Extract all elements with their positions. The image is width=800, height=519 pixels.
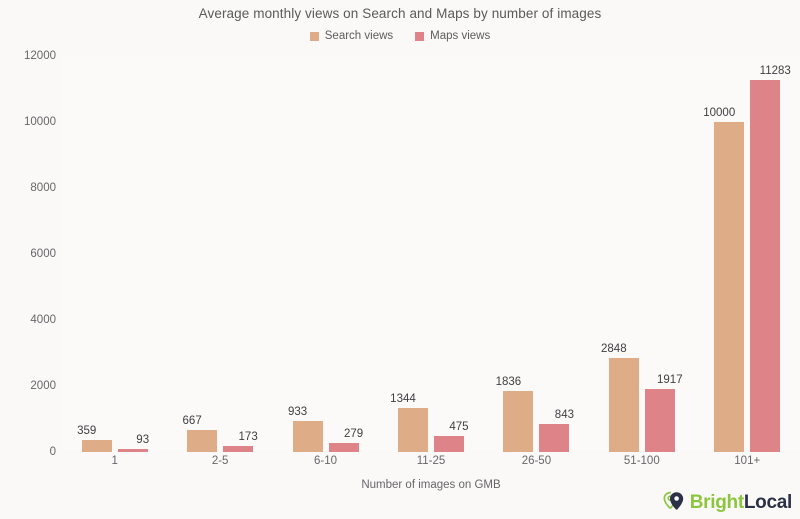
bar-column: 1836 xyxy=(496,56,534,452)
bar-value-label: 933 xyxy=(287,406,308,419)
map-pin-icon xyxy=(663,491,683,510)
bar-value-label: 1344 xyxy=(390,392,416,405)
bar[interactable] xyxy=(750,79,781,452)
y-axis-tick-label: 6000 xyxy=(30,248,56,260)
bar-pair: 1836 843 xyxy=(484,56,589,452)
x-axis-tick-label: 51-100 xyxy=(623,455,660,467)
bar-column: 11283 xyxy=(750,56,791,452)
bar-column: 2848 xyxy=(601,56,639,452)
bar-value-label: 11283 xyxy=(759,64,791,77)
chart-legend: Search views Maps views xyxy=(0,30,800,42)
bar-group: 10000 11283 xyxy=(695,56,800,452)
bar-column: 173 xyxy=(223,56,258,452)
legend-label: Search views xyxy=(324,30,394,42)
y-axis-tick-label: 4000 xyxy=(30,314,56,326)
bar-group: 667 173 xyxy=(167,56,272,452)
bar[interactable] xyxy=(328,442,359,452)
bar-value-label: 1836 xyxy=(495,376,522,389)
chart-container: Average monthly views on Search and Maps… xyxy=(0,0,800,519)
logo-wordmark: BrightLocal xyxy=(689,491,793,513)
y-axis-tick-label: 8000 xyxy=(30,182,56,194)
legend-label: Maps views xyxy=(430,30,491,42)
bar-value-label: 2848 xyxy=(601,343,627,356)
bar-column: 1344 xyxy=(390,56,428,452)
x-axis: 1 2-5 6-10 11-25 26-50 51-100 101+ xyxy=(62,455,800,467)
x-axis-title: Number of images on GMB xyxy=(361,479,501,491)
bar[interactable] xyxy=(539,424,570,452)
bar-column: 279 xyxy=(328,56,363,452)
bar-column: 933 xyxy=(288,56,323,452)
bar-column: 10000 xyxy=(703,56,745,452)
x-axis-tick-label: 6-10 xyxy=(314,455,338,467)
legend-item-1[interactable]: Search views xyxy=(309,30,394,42)
bar-column: 1917 xyxy=(644,56,683,452)
bar-pair: 1344 475 xyxy=(378,56,483,452)
bar[interactable] xyxy=(117,448,148,452)
bar-groups: 359 93 667 173 933 279 1344 475 1836 843 2848 1917 1… xyxy=(62,56,800,452)
y-axis-tick-label: 2000 xyxy=(30,380,56,392)
bar-column: 843 xyxy=(539,56,574,452)
brightlocal-logo: BrightLocal xyxy=(663,491,792,513)
y-axis-tick-label: 12000 xyxy=(24,50,56,62)
bar[interactable] xyxy=(714,122,745,452)
bar-pair: 359 93 xyxy=(62,56,167,452)
x-axis-tick-label: 101+ xyxy=(734,455,761,467)
bar-pair: 10000 11283 xyxy=(695,56,800,452)
bar-column: 93 xyxy=(117,56,149,452)
x-axis-tick-label: 26-50 xyxy=(521,455,552,467)
legend-item-2[interactable]: Maps views xyxy=(415,30,490,42)
bar-group: 933 279 xyxy=(273,56,378,452)
bar[interactable] xyxy=(223,446,254,452)
bar[interactable] xyxy=(503,391,534,452)
x-axis-tick-label: 2-5 xyxy=(211,455,229,467)
bar-group: 1836 843 xyxy=(484,56,589,452)
logo-text-bright: Bright xyxy=(689,491,744,513)
bar[interactable] xyxy=(644,388,675,452)
bar-pair: 667 173 xyxy=(167,56,272,452)
x-axis-tick-label: 11-25 xyxy=(416,455,446,467)
bar[interactable] xyxy=(433,436,464,452)
bar-value-label: 10000 xyxy=(703,107,736,119)
bar-group: 359 93 xyxy=(62,56,167,452)
y-axis-tick-label: 10000 xyxy=(24,116,56,128)
logo-text-local: Local xyxy=(743,491,792,513)
bar-value-label: 667 xyxy=(182,415,202,427)
bar-column: 667 xyxy=(183,56,218,452)
chart-title: Average monthly views on Search and Maps… xyxy=(198,6,602,21)
bar[interactable] xyxy=(608,358,639,452)
y-axis-tick-label: 0 xyxy=(49,446,56,458)
y-axis: 12000 10000 8000 6000 4000 2000 0 xyxy=(0,50,56,458)
bar-group: 1344 475 xyxy=(378,56,483,452)
legend-swatch-icon xyxy=(415,31,425,41)
bar-pair: 933 279 xyxy=(273,56,378,452)
bar-column: 359 xyxy=(77,56,112,452)
bar-pair: 2848 1917 xyxy=(589,56,694,452)
x-axis-tick-label: 1 xyxy=(111,455,118,467)
legend-swatch-icon xyxy=(309,31,319,41)
bar-group: 2848 1917 xyxy=(589,56,694,452)
bar-column: 475 xyxy=(433,56,469,452)
